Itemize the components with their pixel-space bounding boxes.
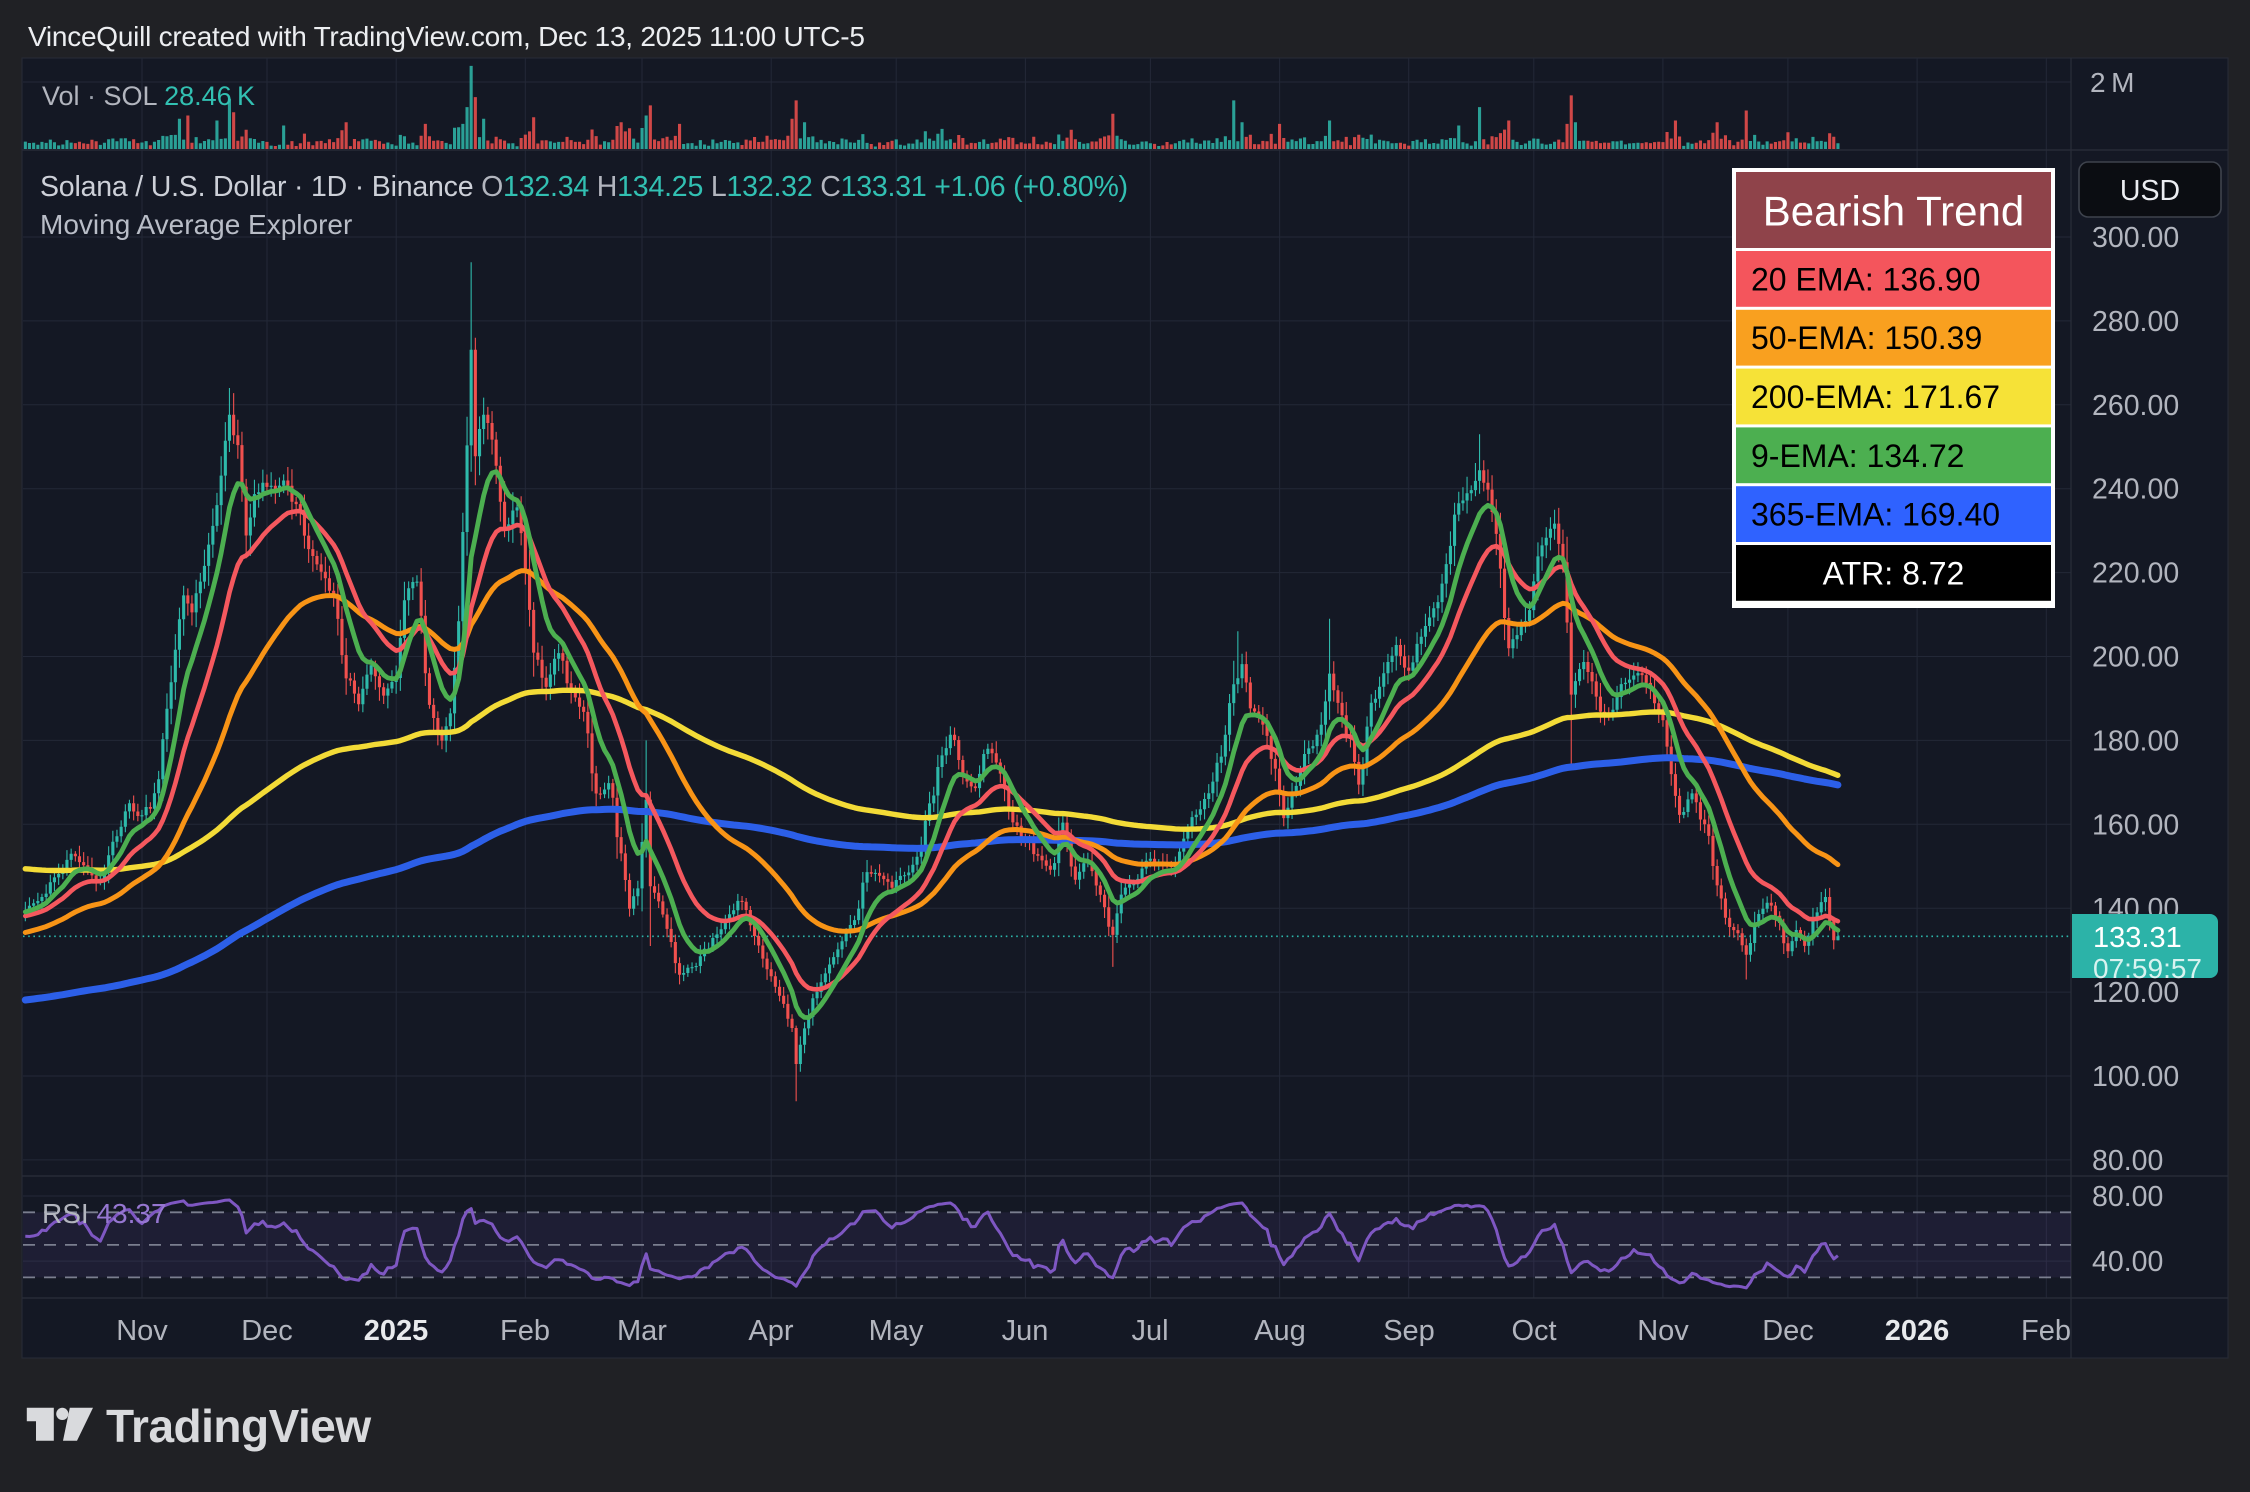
- svg-text:Jun: Jun: [1002, 1315, 1049, 1347]
- svg-text:200.00: 200.00: [2092, 642, 2179, 674]
- svg-text:Moving Average Explorer: Moving Average Explorer: [40, 209, 352, 240]
- svg-text:Feb: Feb: [2021, 1315, 2071, 1347]
- svg-text:May: May: [869, 1315, 924, 1347]
- svg-text:Sep: Sep: [1383, 1315, 1435, 1347]
- svg-text:2 M: 2 M: [2090, 67, 2135, 98]
- svg-text:VinceQuill created with Tradin: VinceQuill created with TradingView.com,…: [28, 21, 865, 52]
- svg-text:ATR: 8.72: ATR: 8.72: [1823, 555, 1965, 591]
- svg-text:50-EMA: 150.39: 50-EMA: 150.39: [1751, 320, 1982, 356]
- svg-text:365-EMA: 169.40: 365-EMA: 169.40: [1751, 497, 2000, 533]
- svg-text:240.00: 240.00: [2092, 474, 2179, 506]
- svg-text:100.00: 100.00: [2092, 1061, 2179, 1093]
- svg-text:2025: 2025: [364, 1315, 429, 1347]
- svg-text:RSI 43.37: RSI 43.37: [42, 1198, 167, 1229]
- svg-text:133.31: 133.31: [2093, 922, 2182, 954]
- svg-text:Dec: Dec: [241, 1315, 293, 1347]
- svg-text:160.00: 160.00: [2092, 809, 2179, 841]
- svg-text:80.00: 80.00: [2092, 1145, 2163, 1177]
- svg-text:Solana / U.S. Dollar · 1D · Bi: Solana / U.S. Dollar · 1D · Binance O132…: [40, 171, 1128, 203]
- svg-text:180.00: 180.00: [2092, 725, 2179, 757]
- svg-text:USD: USD: [2120, 175, 2180, 207]
- svg-text:80.00: 80.00: [2092, 1181, 2163, 1213]
- svg-text:280.00: 280.00: [2092, 306, 2179, 338]
- svg-text:Nov: Nov: [116, 1315, 168, 1347]
- svg-text:220.00: 220.00: [2092, 558, 2179, 590]
- svg-text:20 EMA: 136.90: 20 EMA: 136.90: [1751, 261, 1980, 297]
- svg-text:9-EMA: 134.72: 9-EMA: 134.72: [1751, 438, 1964, 474]
- svg-text:Jul: Jul: [1131, 1315, 1168, 1347]
- svg-text:Mar: Mar: [617, 1315, 667, 1347]
- svg-text:2026: 2026: [1885, 1315, 1950, 1347]
- svg-text:Vol · SOL 28.46 K: Vol · SOL 28.46 K: [42, 81, 255, 111]
- svg-text:Feb: Feb: [500, 1315, 550, 1347]
- svg-text:07:59:57: 07:59:57: [2093, 953, 2202, 984]
- svg-text:Bearish Trend: Bearish Trend: [1763, 188, 2024, 235]
- svg-text:200-EMA: 171.67: 200-EMA: 171.67: [1751, 379, 2000, 415]
- svg-text:Apr: Apr: [748, 1315, 793, 1347]
- svg-text:Oct: Oct: [1511, 1315, 1556, 1347]
- svg-text:TradingView: TradingView: [106, 1400, 371, 1452]
- svg-text:Nov: Nov: [1637, 1315, 1689, 1347]
- svg-text:260.00: 260.00: [2092, 390, 2179, 422]
- svg-text:Dec: Dec: [1762, 1315, 1814, 1347]
- svg-text:40.00: 40.00: [2092, 1246, 2163, 1278]
- svg-text:300.00: 300.00: [2092, 222, 2179, 254]
- svg-text:Aug: Aug: [1254, 1315, 1306, 1347]
